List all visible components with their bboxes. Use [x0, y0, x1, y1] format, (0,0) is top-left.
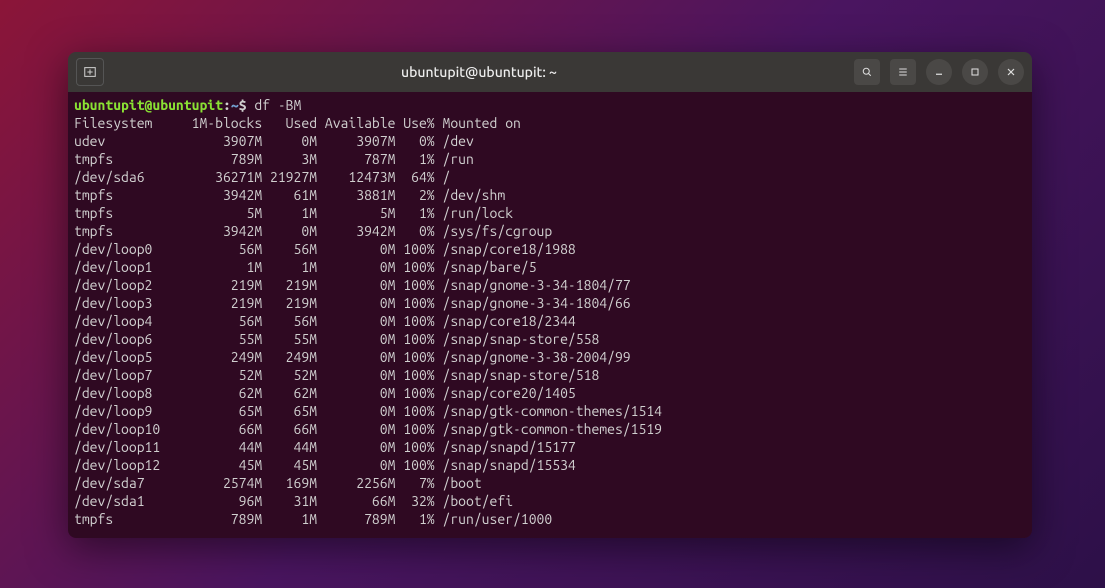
- prompt-command: df -BM: [254, 97, 301, 113]
- df-output: Filesystem 1M-blocks Used Available Use%…: [74, 115, 662, 527]
- search-icon: [861, 66, 873, 78]
- hamburger-icon: [897, 66, 909, 78]
- minimize-button[interactable]: [926, 59, 952, 85]
- terminal-content[interactable]: ubuntupit@ubuntupit:~$ df -BM Filesystem…: [68, 92, 1032, 538]
- titlebar: ubuntupit@ubuntupit: ~: [68, 52, 1032, 92]
- new-tab-button[interactable]: [76, 58, 104, 86]
- maximize-icon: [969, 66, 981, 78]
- window-controls: [854, 59, 1024, 85]
- window-title: ubuntupit@ubuntupit: ~: [112, 64, 846, 80]
- close-button[interactable]: [998, 59, 1024, 85]
- new-tab-icon: [83, 65, 97, 79]
- search-button[interactable]: [854, 59, 880, 85]
- prompt-colon: :: [223, 97, 231, 113]
- terminal-output: ubuntupit@ubuntupit:~$ df -BM Filesystem…: [74, 96, 1026, 528]
- prompt-dollar: $: [239, 97, 247, 113]
- minimize-icon: [933, 66, 945, 78]
- prompt-user: ubuntupit@ubuntupit: [74, 97, 223, 113]
- maximize-button[interactable]: [962, 59, 988, 85]
- close-icon: [1005, 66, 1017, 78]
- menu-button[interactable]: [890, 59, 916, 85]
- terminal-window: ubuntupit@ubuntupit: ~ ubuntupit@ubuntup…: [68, 52, 1032, 538]
- prompt-path: ~: [231, 97, 239, 113]
